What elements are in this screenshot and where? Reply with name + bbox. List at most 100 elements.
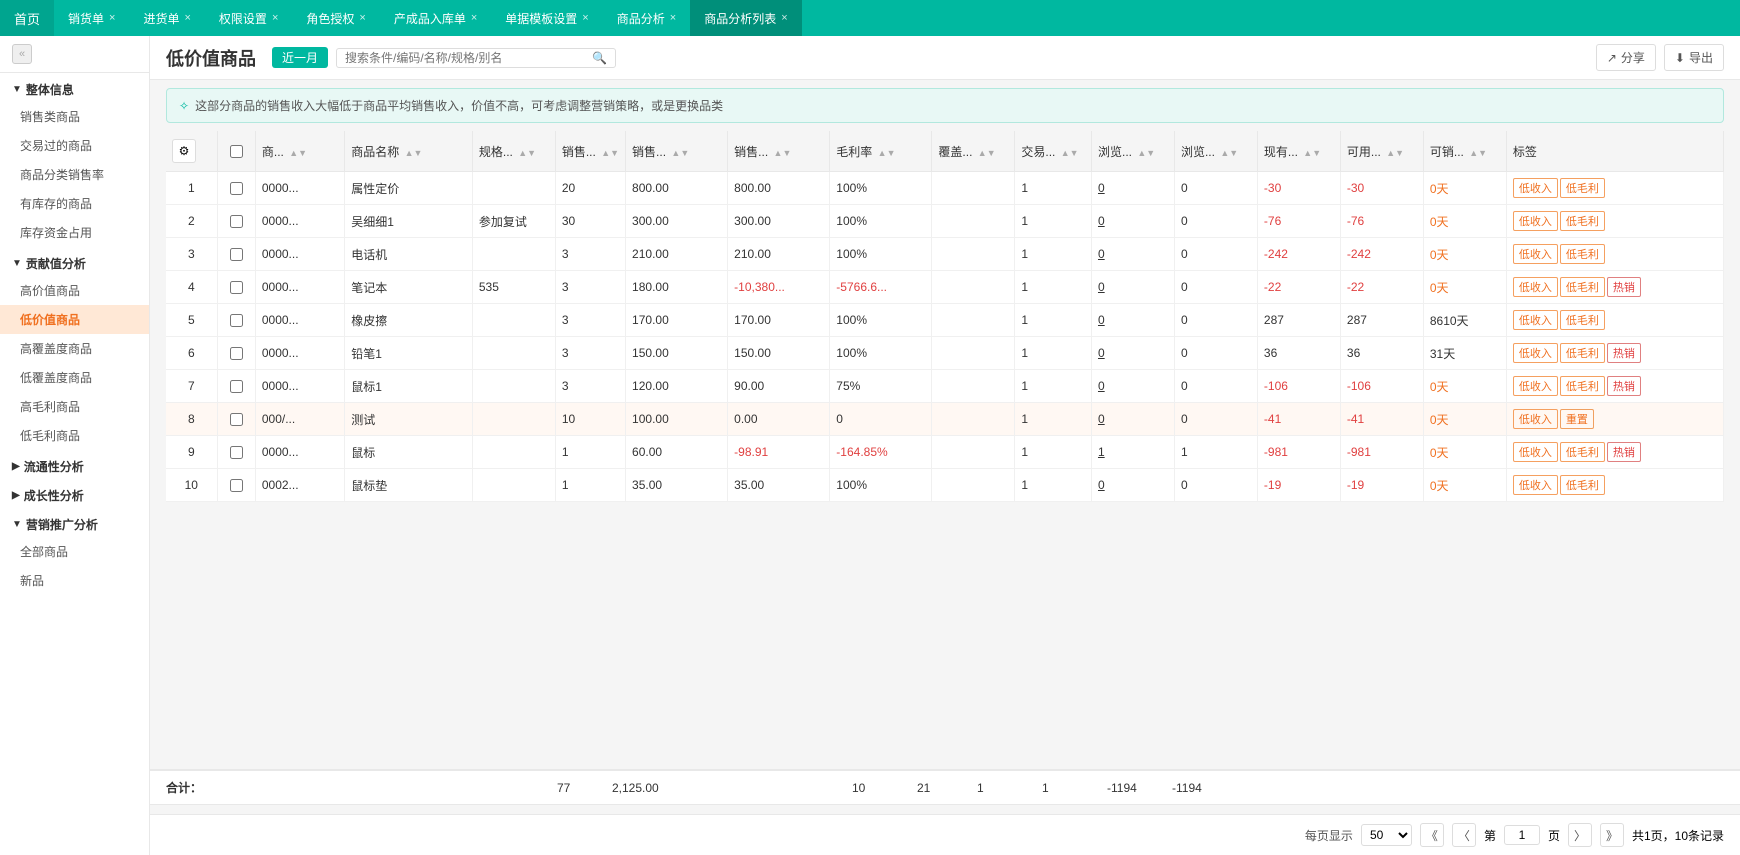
browse1-link[interactable]: 0 (1098, 280, 1105, 294)
next-page-btn[interactable]: 〉 (1568, 823, 1592, 847)
row-checkbox[interactable] (230, 380, 243, 393)
row-code: 0000... (255, 205, 344, 238)
period-button[interactable]: 近一月 (272, 47, 328, 68)
row-checkbox[interactable] (230, 347, 243, 360)
totals-qty: 77 (551, 781, 606, 795)
sidebar-item-high-margin[interactable]: 高毛利商品 (0, 392, 149, 421)
col-sellable-header[interactable]: 可销... ▲▼ (1423, 131, 1506, 172)
nav-goods-list-close[interactable]: × (781, 12, 787, 24)
export-button[interactable]: ⬇ 导出 (1664, 44, 1724, 71)
sidebar-group-growth[interactable]: ▶ 成长性分析 (0, 479, 149, 508)
row-checkbox[interactable] (230, 479, 243, 492)
first-page-btn[interactable]: 《 (1420, 823, 1444, 847)
share-button[interactable]: ↗ 分享 (1596, 44, 1656, 71)
sidebar-group-contribution[interactable]: ▼ 贡献值分析 (0, 247, 149, 276)
browse1-link[interactable]: 0 (1098, 379, 1105, 393)
nav-home[interactable]: 首页 (0, 0, 54, 36)
browse1-link[interactable]: 0 (1098, 214, 1105, 228)
row-checkbox[interactable] (230, 314, 243, 327)
nav-goods-analysis[interactable]: 商品分析 × (603, 0, 690, 36)
col-avail-header[interactable]: 可用... ▲▼ (1340, 131, 1423, 172)
browse1-link[interactable]: 0 (1098, 247, 1105, 261)
nav-template-close[interactable]: × (582, 12, 588, 24)
col-browse1-header[interactable]: 浏览... ▲▼ (1091, 131, 1174, 172)
nav-role-close[interactable]: × (359, 12, 365, 24)
row-checkbox[interactable] (230, 182, 243, 195)
sidebar-item-low-margin[interactable]: 低毛利商品 (0, 421, 149, 450)
sidebar-item-category-sales[interactable]: 商品分类销售率 (0, 160, 149, 189)
row-browse1[interactable]: 0 (1091, 304, 1174, 337)
row-checkbox[interactable] (230, 413, 243, 426)
nav-purchase-close[interactable]: × (184, 12, 190, 24)
page-number-input[interactable] (1504, 825, 1540, 845)
prev-page-btn[interactable]: 〈 (1452, 823, 1476, 847)
gear-button[interactable]: ⚙ (172, 139, 196, 163)
col-browse2-header[interactable]: 浏览... ▲▼ (1174, 131, 1257, 172)
row-browse1[interactable]: 1 (1091, 436, 1174, 469)
nav-product[interactable]: 产成品入库单 × (380, 0, 491, 36)
search-input[interactable] (345, 51, 588, 65)
row-browse1[interactable]: 0 (1091, 337, 1174, 370)
nav-sales-close[interactable]: × (109, 12, 115, 24)
select-all-checkbox[interactable] (230, 145, 243, 158)
arrow-icon-4: ▶ (12, 490, 20, 501)
col-check-header[interactable] (217, 131, 255, 172)
scrollbar[interactable] (150, 804, 1740, 814)
nav-sales[interactable]: 销货单 × (54, 0, 129, 36)
sidebar-item-low-coverage[interactable]: 低覆盖度商品 (0, 363, 149, 392)
sidebar-item-sales-goods[interactable]: 销售类商品 (0, 102, 149, 131)
row-browse1[interactable]: 0 (1091, 403, 1174, 436)
sidebar-item-high-coverage[interactable]: 高覆盖度商品 (0, 334, 149, 363)
sidebar-item-all-goods[interactable]: 全部商品 (0, 537, 149, 566)
nav-template[interactable]: 单据模板设置 × (491, 0, 602, 36)
nav-goods-analysis-close[interactable]: × (670, 12, 676, 24)
nav-goods-list[interactable]: 商品分析列表 × (690, 0, 801, 36)
sidebar-collapse-btn[interactable]: « (12, 44, 32, 64)
nav-purchase[interactable]: 进货单 × (129, 0, 204, 36)
sidebar-item-stocked-goods[interactable]: 有库存的商品 (0, 189, 149, 218)
row-browse1[interactable]: 0 (1091, 271, 1174, 304)
sidebar-item-low-value[interactable]: 低价值商品 (0, 305, 149, 334)
row-browse1[interactable]: 0 (1091, 238, 1174, 271)
row-browse1[interactable]: 0 (1091, 172, 1174, 205)
row-checkbox[interactable] (230, 281, 243, 294)
row-cover: 1 (1015, 304, 1092, 337)
browse1-link[interactable]: 0 (1098, 313, 1105, 327)
nav-product-close[interactable]: × (471, 12, 477, 24)
nav-permission[interactable]: 权限设置 × (205, 0, 292, 36)
col-sales-price3-header[interactable]: 毛利率 ▲▼ (830, 131, 932, 172)
col-cover-header[interactable]: 交易... ▲▼ (1015, 131, 1092, 172)
row-checkbox[interactable] (230, 248, 243, 261)
row-checkbox[interactable] (230, 215, 243, 228)
sidebar-item-traded-goods[interactable]: 交易过的商品 (0, 131, 149, 160)
sidebar-item-new-goods[interactable]: 新品 (0, 566, 149, 595)
row-checkbox[interactable] (230, 446, 243, 459)
browse1-link[interactable]: 0 (1098, 478, 1105, 492)
sidebar-group-marketing[interactable]: ▼ 营销推广分析 (0, 508, 149, 537)
sidebar-group-flow[interactable]: ▶ 流通性分析 (0, 450, 149, 479)
col-sales-price1-header[interactable]: 销售... ▲▼ (626, 131, 728, 172)
per-page-select[interactable]: 50 100 200 (1361, 824, 1412, 846)
sidebar-item-stock-capital[interactable]: 库存资金占用 (0, 218, 149, 247)
browse1-link[interactable]: 1 (1098, 445, 1105, 459)
col-name-header[interactable]: 商品名称 ▲▼ (345, 131, 473, 172)
browse1-link[interactable]: 0 (1098, 346, 1105, 360)
col-spec-header[interactable]: 规格... ▲▼ (472, 131, 555, 172)
col-gross-header[interactable]: 覆盖... ▲▼ (932, 131, 1015, 172)
sidebar-group-overview[interactable]: ▼ 整体信息 (0, 73, 149, 102)
last-page-btn[interactable]: 》 (1600, 823, 1624, 847)
nav-role[interactable]: 角色授权 × (292, 0, 379, 36)
per-page-label: 每页显示 (1305, 827, 1353, 844)
col-stock-header[interactable]: 现有... ▲▼ (1257, 131, 1340, 172)
browse1-link[interactable]: 0 (1098, 181, 1105, 195)
row-browse1[interactable]: 0 (1091, 370, 1174, 403)
row-browse1[interactable]: 0 (1091, 205, 1174, 238)
col-code-header[interactable]: 商... ▲▼ (255, 131, 344, 172)
info-banner: ✧ 这部分商品的销售收入大幅低于商品平均销售收入，价值不高，可考虑调整营销策略，… (166, 88, 1724, 123)
nav-permission-close[interactable]: × (272, 12, 278, 24)
row-browse1[interactable]: 0 (1091, 469, 1174, 502)
col-sales-price2-header[interactable]: 销售... ▲▼ (728, 131, 830, 172)
browse1-link[interactable]: 0 (1098, 412, 1105, 426)
col-sales-qty-header[interactable]: 销售... ▲▼ (555, 131, 625, 172)
sidebar-item-high-value[interactable]: 高价值商品 (0, 276, 149, 305)
